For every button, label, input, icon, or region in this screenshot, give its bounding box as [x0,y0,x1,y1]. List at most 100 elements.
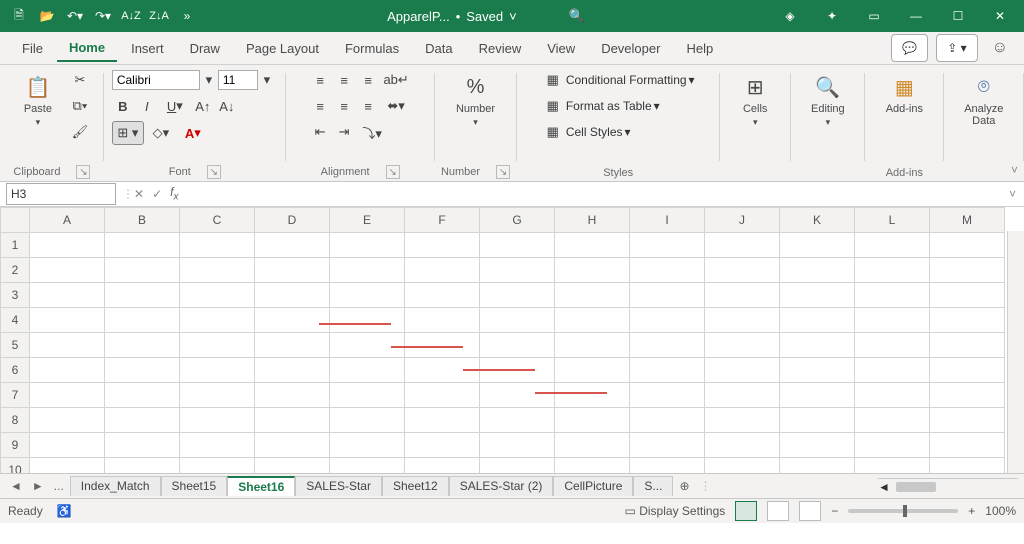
name-box[interactable]: H3 [6,183,116,205]
cell[interactable] [780,283,855,308]
cell[interactable] [480,383,555,408]
align-bottom-icon[interactable]: ≡ [357,69,379,91]
minimize-icon[interactable]: — [898,3,934,29]
cell[interactable] [930,458,1005,474]
tab-help[interactable]: Help [674,36,725,61]
cell[interactable] [30,308,105,333]
cell[interactable] [930,383,1005,408]
column-header[interactable]: K [780,208,855,233]
comments-button[interactable]: 💬 [891,34,928,62]
cell[interactable] [255,308,330,333]
cell[interactable] [180,283,255,308]
cell[interactable] [555,383,630,408]
row-header[interactable]: 1 [1,233,30,258]
cell[interactable] [555,358,630,383]
cell[interactable] [30,333,105,358]
column-header[interactable]: J [705,208,780,233]
row-header[interactable]: 10 [1,458,30,474]
cell[interactable] [480,333,555,358]
paste-button[interactable]: 📋 Paste▾ [13,69,63,132]
cell[interactable] [105,408,180,433]
cell[interactable] [30,233,105,258]
sort-asc-icon[interactable]: A↓Z [118,3,144,29]
cell[interactable] [105,383,180,408]
addins-button[interactable]: ▦Add-ins [879,69,929,119]
row-header[interactable]: 9 [1,433,30,458]
cell[interactable] [855,458,930,474]
font-size-dropdown-icon[interactable]: ▾ [260,69,274,91]
search-icon[interactable]: 🔍 [569,8,585,24]
cell[interactable] [705,333,780,358]
display-settings-button[interactable]: ▭ Display Settings [625,504,726,518]
cell[interactable] [105,333,180,358]
cell[interactable] [30,408,105,433]
zoom-out-icon[interactable]: − [831,504,838,518]
cell[interactable] [555,308,630,333]
sheet-tab[interactable]: Sheet16 [227,476,295,496]
cell[interactable] [930,283,1005,308]
copy-icon[interactable]: ⧉▾ [69,95,91,117]
cell[interactable] [180,383,255,408]
cell[interactable] [780,358,855,383]
orientation-icon[interactable]: ⤵▾ [357,121,387,143]
cell[interactable] [630,358,705,383]
font-name-input[interactable] [112,70,200,90]
cell[interactable] [705,308,780,333]
column-header[interactable]: D [255,208,330,233]
italic-button[interactable]: I [136,95,158,117]
column-header[interactable]: F [405,208,480,233]
cell[interactable] [630,258,705,283]
format-painter-icon[interactable]: 🖌 [69,121,91,143]
cell[interactable] [330,433,405,458]
sort-desc-icon[interactable]: Z↓A [146,3,172,29]
cell[interactable] [705,283,780,308]
sheet-tab[interactable]: CellPicture [553,476,633,496]
column-header[interactable]: L [855,208,930,233]
tab-file[interactable]: File [10,36,55,61]
cell[interactable] [630,383,705,408]
cell[interactable] [630,283,705,308]
cell[interactable] [630,308,705,333]
cell[interactable] [255,258,330,283]
column-header[interactable]: I [630,208,705,233]
cell[interactable] [555,433,630,458]
font-launcher-icon[interactable]: ↘ [207,165,221,179]
cell[interactable] [105,308,180,333]
font-size-input[interactable] [218,70,258,90]
cell[interactable] [630,458,705,474]
cell[interactable] [330,333,405,358]
cell[interactable] [705,258,780,283]
cell[interactable] [105,283,180,308]
cell[interactable] [480,408,555,433]
cell[interactable] [330,233,405,258]
tab-review[interactable]: Review [467,36,534,61]
cell[interactable] [255,283,330,308]
column-header[interactable]: A [30,208,105,233]
cut-icon[interactable]: ✂ [69,69,91,91]
cell[interactable] [330,283,405,308]
cell[interactable] [705,233,780,258]
cell[interactable] [105,433,180,458]
cell[interactable] [330,408,405,433]
clipboard-launcher-icon[interactable]: ↘ [76,165,90,179]
cell[interactable] [705,433,780,458]
accessibility-icon[interactable]: ♿ [57,504,72,518]
cell[interactable] [180,308,255,333]
view-page-layout-icon[interactable] [767,501,789,521]
cell[interactable] [105,258,180,283]
align-center-icon[interactable]: ≡ [333,95,355,117]
cell[interactable] [555,233,630,258]
cell[interactable] [630,233,705,258]
cell[interactable] [180,433,255,458]
align-middle-icon[interactable]: ≡ [333,69,355,91]
cell[interactable] [180,458,255,474]
sheet-nav-next-icon[interactable]: ► [28,479,48,493]
decrease-font-icon[interactable]: A↓ [216,95,238,117]
select-all-corner[interactable] [1,208,30,233]
cell[interactable] [480,258,555,283]
row-header[interactable]: 4 [1,308,30,333]
cell[interactable] [480,433,555,458]
cell[interactable] [855,433,930,458]
cell[interactable] [630,333,705,358]
cell[interactable] [30,283,105,308]
